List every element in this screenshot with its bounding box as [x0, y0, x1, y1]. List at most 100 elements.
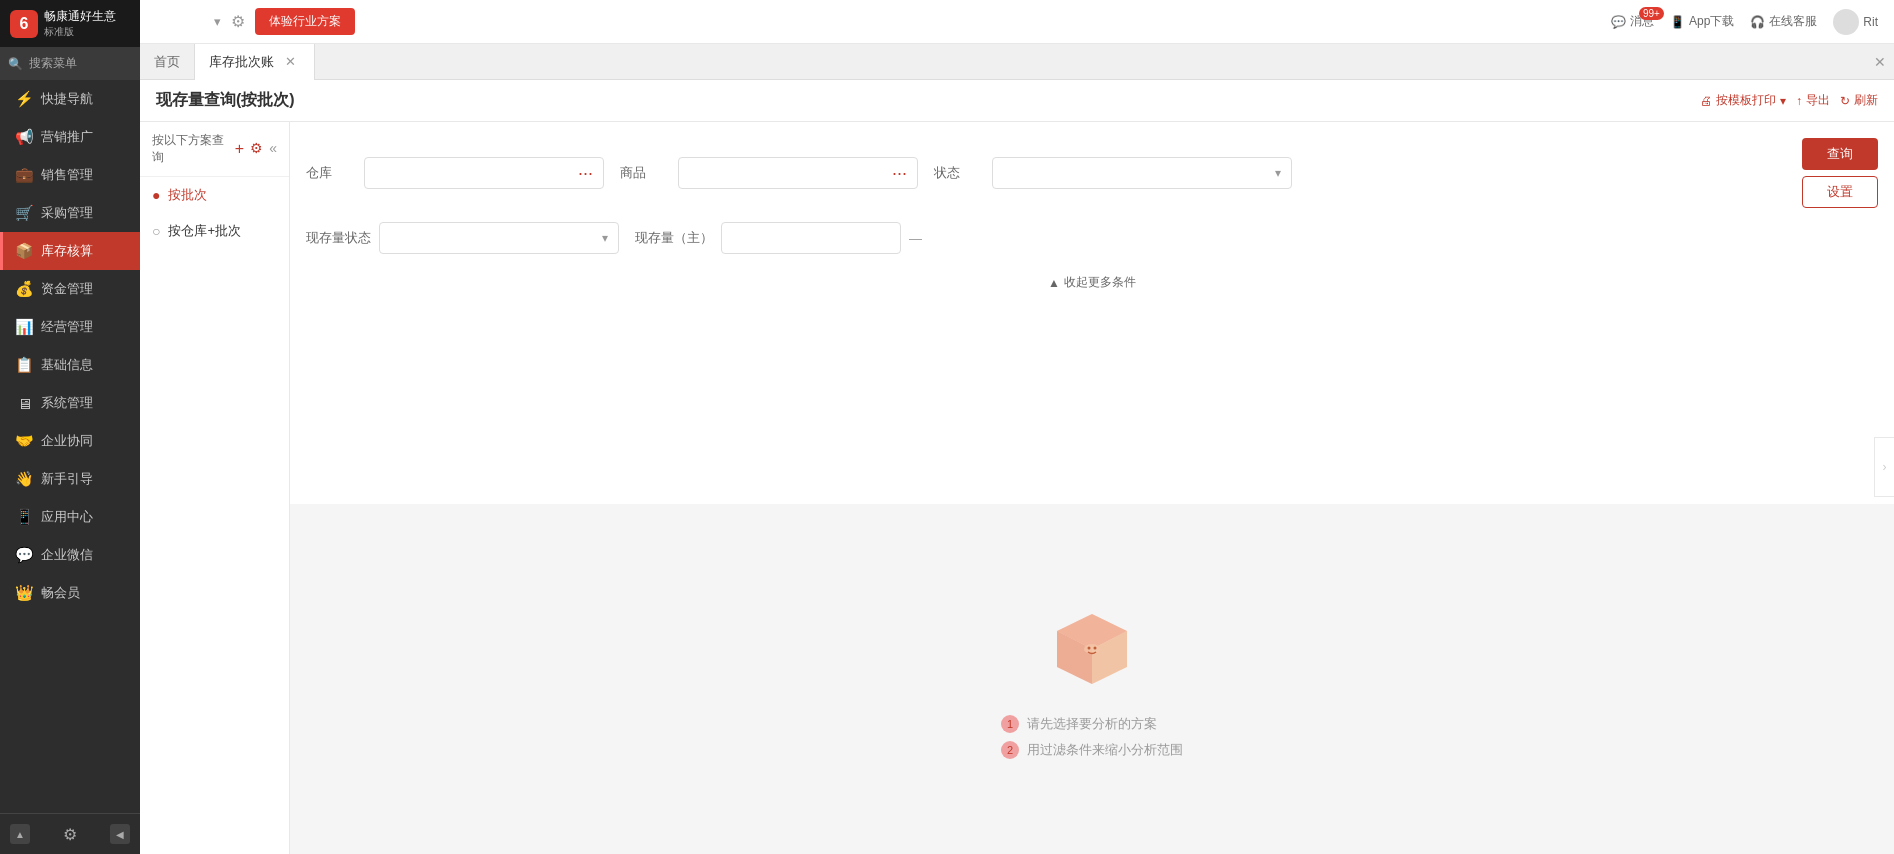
- app-center-icon: 📱: [15, 508, 33, 526]
- filter-form: 仓库 ··· 商品 ···: [290, 122, 1894, 504]
- quantity-min-input[interactable]: [721, 222, 901, 254]
- status-field: 状态 ▾: [934, 157, 1292, 189]
- scheme-item-by-batch[interactable]: ● 按批次: [140, 177, 289, 213]
- app-download-button[interactable]: 📱 App下载: [1670, 13, 1734, 30]
- messages-button[interactable]: 💬 消息 99+: [1611, 13, 1654, 30]
- status-label: 状态: [934, 164, 984, 182]
- collapse-icon: ▲: [1048, 276, 1060, 290]
- empty-tips: 1 请先选择要分析的方案 2 用过滤条件来缩小分析范围: [1001, 715, 1183, 759]
- product-field: 商品 ···: [620, 157, 918, 189]
- sidebar-item-finance[interactable]: 💰 资金管理: [0, 270, 140, 308]
- sidebar-item-app-center[interactable]: 📱 应用中心: [0, 498, 140, 536]
- online-service-button[interactable]: 🎧 在线客服: [1750, 13, 1817, 30]
- tab-inventory-batch[interactable]: 库存批次账 ✕: [195, 44, 315, 80]
- scheme-collapse-button[interactable]: «: [269, 140, 277, 158]
- tip1-text: 请先选择要分析的方案: [1027, 715, 1157, 733]
- filter-row-2: 现存量状态 ▾ 现存量（主） —: [306, 222, 1878, 254]
- scheme-item-icon2: ○: [152, 223, 160, 239]
- tab-inventory-batch-label: 库存批次账: [209, 53, 274, 71]
- collapse-more-button[interactable]: ▲ 收起更多条件: [306, 268, 1878, 297]
- sidebar-item-member[interactable]: 👑 畅会员: [0, 574, 140, 612]
- status-dropdown[interactable]: ▾: [992, 157, 1292, 189]
- sidebar-item-inventory[interactable]: 📦 库存核算: [0, 232, 140, 270]
- sidebar-scroll-up[interactable]: ▲: [10, 824, 30, 844]
- scheme-add-button[interactable]: +: [235, 140, 244, 158]
- collapse-label: 收起更多条件: [1064, 274, 1136, 291]
- product-input[interactable]: ···: [678, 157, 918, 189]
- basic-info-icon: 📋: [15, 356, 33, 374]
- sidebar-item-system[interactable]: 🖥 系统管理: [0, 384, 140, 422]
- sidebar-item-label: 畅会员: [41, 584, 80, 602]
- tip2-number: 2: [1001, 741, 1019, 759]
- print-dropdown-icon[interactable]: ▾: [1780, 94, 1786, 108]
- sidebar-item-sales[interactable]: 💼 销售管理: [0, 156, 140, 194]
- wechat-icon: 💬: [15, 546, 33, 564]
- scheme-header: 按以下方案查询 + ⚙ «: [140, 122, 289, 177]
- sidebar-header: 6 畅康通好生意 标准版: [0, 0, 140, 47]
- tab-bar-close-icon[interactable]: ✕: [1874, 54, 1886, 70]
- scheme-item-by-warehouse-batch[interactable]: ○ 按仓库+批次: [140, 213, 289, 249]
- sidebar-version: 标准版: [44, 25, 116, 39]
- member-icon: 👑: [15, 584, 33, 602]
- breadcrumb: [156, 13, 204, 30]
- sidebar-item-operations[interactable]: 📊 经营管理: [0, 308, 140, 346]
- inventory-status-label: 现存量状态: [306, 229, 371, 247]
- user-menu-button[interactable]: Rit: [1833, 9, 1878, 35]
- sidebar-footer: ▲ ⚙ ◀: [0, 813, 140, 854]
- sidebar-collapse-btn[interactable]: ◀: [110, 824, 130, 844]
- results-area: 1 请先选择要分析的方案 2 用过滤条件来缩小分析范围: [290, 504, 1894, 854]
- sidebar: 6 畅康通好生意 标准版 🔍 搜索菜单 ⚡ 快捷导航 📢 营销推广 💼 销售管理…: [0, 0, 140, 854]
- sidebar-item-basic-info[interactable]: 📋 基础信息: [0, 346, 140, 384]
- breadcrumb-dropdown-icon[interactable]: ▾: [214, 14, 221, 29]
- sidebar-item-quick-nav[interactable]: ⚡ 快捷导航: [0, 80, 140, 118]
- message-icon: 💬: [1611, 15, 1626, 29]
- sidebar-logo: 6: [10, 10, 38, 38]
- content-area: 现存量查询(按批次) 🖨 按模板打印 ▾ ↑ 导出 ↻ 刷新: [140, 80, 1894, 854]
- refresh-button[interactable]: ↻ 刷新: [1840, 92, 1878, 109]
- quick-nav-icon: ⚡: [15, 90, 33, 108]
- inventory-status-arrow: ▾: [602, 231, 608, 245]
- app-download-label: App下载: [1689, 13, 1734, 30]
- sidebar-item-label: 销售管理: [41, 166, 93, 184]
- sidebar-company-name: 畅康通好生意: [44, 8, 116, 25]
- sidebar-settings-icon[interactable]: ⚙: [63, 825, 77, 844]
- tab-home[interactable]: 首页: [140, 44, 195, 80]
- sidebar-item-label: 快捷导航: [41, 90, 93, 108]
- tip2-text: 用过滤条件来缩小分析范围: [1027, 741, 1183, 759]
- empty-illustration: [1042, 599, 1142, 699]
- export-button[interactable]: ↑ 导出: [1796, 92, 1830, 109]
- inventory-quantity-field: 现存量（主） —: [635, 222, 922, 254]
- topbar-gear-icon[interactable]: ⚙: [231, 12, 245, 31]
- sidebar-item-newbie[interactable]: 👋 新手引导: [0, 460, 140, 498]
- inventory-icon: 📦: [15, 242, 33, 260]
- search-icon: 🔍: [8, 57, 23, 71]
- page-header: 现存量查询(按批次) 🖨 按模板打印 ▾ ↑ 导出 ↻ 刷新: [140, 80, 1894, 122]
- print-button[interactable]: 🖨 按模板打印 ▾: [1700, 92, 1786, 109]
- scheme-item-label2: 按仓库+批次: [168, 222, 241, 240]
- search-label: 搜索菜单: [29, 55, 77, 72]
- sidebar-item-wechat[interactable]: 💬 企业微信: [0, 536, 140, 574]
- sidebar-item-marketing[interactable]: 📢 营销推广: [0, 118, 140, 156]
- filter-row-1: 仓库 ··· 商品 ···: [306, 138, 1878, 208]
- sidebar-item-label: 库存核算: [41, 242, 93, 260]
- right-panel-toggle[interactable]: ›: [1874, 437, 1894, 497]
- warehouse-dots[interactable]: ···: [578, 164, 593, 182]
- inventory-status-select[interactable]: ▾: [379, 222, 619, 254]
- sidebar-item-purchase[interactable]: 🛒 采购管理: [0, 194, 140, 232]
- sidebar-search[interactable]: 🔍 搜索菜单: [0, 47, 140, 80]
- product-dots[interactable]: ···: [892, 164, 907, 182]
- warehouse-input[interactable]: ···: [364, 157, 604, 189]
- app-icon: 📱: [1670, 15, 1685, 29]
- sidebar-item-enterprise[interactable]: 🤝 企业协同: [0, 422, 140, 460]
- scheme-settings-button[interactable]: ⚙: [250, 140, 263, 158]
- settings-button[interactable]: 设置: [1802, 176, 1878, 208]
- inventory-quantity-label: 现存量（主）: [635, 229, 713, 247]
- trial-button[interactable]: 体验行业方案: [255, 8, 355, 35]
- enterprise-icon: 🤝: [15, 432, 33, 450]
- sidebar-item-label: 经营管理: [41, 318, 93, 336]
- print-icon: 🖨: [1700, 94, 1712, 108]
- product-label: 商品: [620, 164, 670, 182]
- main-area: ▾ ⚙ 体验行业方案 💬 消息 99+ 📱 App下载 🎧 在线客服 Rit: [140, 0, 1894, 854]
- tab-close-button[interactable]: ✕: [280, 52, 300, 72]
- query-button[interactable]: 查询: [1802, 138, 1878, 170]
